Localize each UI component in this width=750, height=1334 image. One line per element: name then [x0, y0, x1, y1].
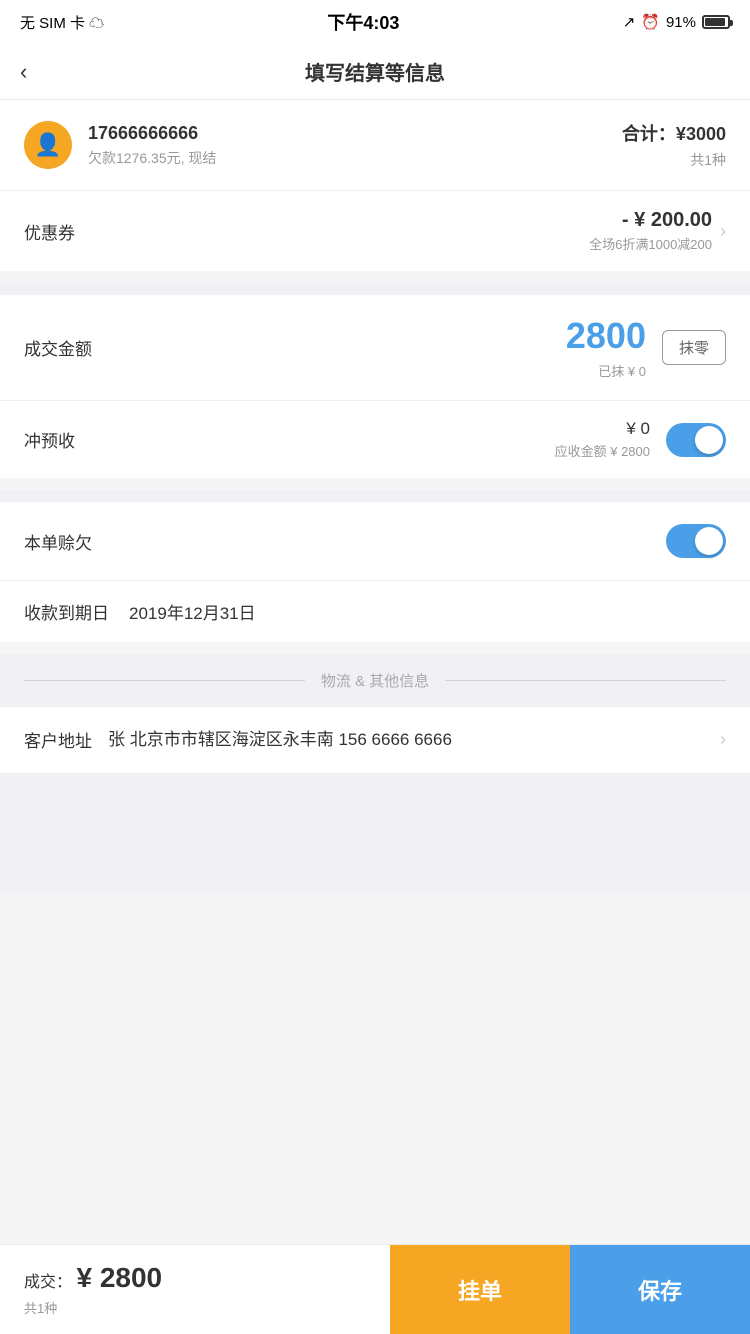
prepay-values: ¥ 0 应收金额 ¥ 2800: [555, 419, 650, 460]
toggle-knob: [695, 426, 723, 454]
coupon-label: 优惠券: [24, 219, 75, 244]
arrears-toggle-knob: [695, 527, 723, 555]
customer-info: 17666666666 欠款1276.35元, 现结: [88, 123, 216, 168]
bottom-spacer: [0, 773, 750, 893]
footer-amount: ¥ 2800: [76, 1262, 162, 1293]
customer-subtext: 欠款1276.35元, 现结: [88, 148, 216, 168]
address-row[interactable]: 客户地址 张 北京市市辖区海淀区永丰南 156 6666 6666 ›: [0, 707, 750, 773]
coupon-chevron-icon: ›: [720, 221, 726, 242]
hang-button[interactable]: 挂单: [390, 1245, 570, 1334]
deal-row: 成交金额 2800 已抹 ¥ 0 抹零: [0, 295, 750, 400]
total-count: 共1种: [622, 150, 726, 170]
prepay-right: ¥ 0 应收金额 ¥ 2800: [555, 419, 726, 460]
deal-amount: 2800: [566, 315, 646, 357]
customer-left: 👤 17666666666 欠款1276.35元, 现结: [24, 121, 216, 169]
sim-label: 无 SIM 卡 ☁: [20, 12, 104, 33]
battery-icon: [702, 15, 730, 29]
status-time: 下午4:03: [327, 9, 399, 35]
status-left: 无 SIM 卡 ☁: [20, 12, 104, 33]
duedate-label: 收款到期日: [24, 599, 109, 624]
footer-count: 共1种: [24, 1298, 366, 1317]
total-amount: 合计：¥3000: [622, 120, 726, 146]
footer: 成交： ¥ 2800 共1种 挂单 保存: [0, 1244, 750, 1334]
prepay-label: 冲预收: [24, 427, 75, 452]
deal-card: 成交金额 2800 已抹 ¥ 0 抹零 冲预收 ¥ 0 应收金额 ¥ 2800: [0, 295, 750, 478]
customer-right: 合计：¥3000 共1种: [622, 120, 726, 170]
address-chevron-icon: ›: [720, 729, 726, 750]
section-gap-2: [0, 490, 750, 502]
section-gap-1: [0, 283, 750, 295]
back-button[interactable]: ‹: [12, 51, 35, 93]
coupon-discount: - ¥ 200.00: [589, 209, 712, 232]
prepay-toggle[interactable]: [666, 423, 726, 457]
arrears-row: 本单赊欠: [0, 502, 750, 580]
deal-label: 成交金额: [24, 335, 92, 360]
footer-deal-line: 成交： ¥ 2800: [24, 1262, 366, 1294]
coupon-row[interactable]: 优惠券 - ¥ 200.00 全场6折满1000减200 ›: [0, 190, 750, 271]
status-right: ↗ ⏰ 91%: [623, 13, 730, 31]
location-icon: ↗: [623, 13, 636, 31]
battery-percent: 91%: [666, 14, 696, 31]
duedate-row: 收款到期日 2019年12月31日: [0, 580, 750, 642]
alarm-icon: ⏰: [641, 13, 660, 31]
address-label: 客户地址: [24, 727, 92, 752]
customer-card: 👤 17666666666 欠款1276.35元, 现结 合计：¥3000 共1…: [0, 100, 750, 271]
avatar-icon: 👤: [34, 132, 61, 158]
coupon-desc: 全场6折满1000减200: [589, 234, 712, 253]
arrears-toggle[interactable]: [666, 524, 726, 558]
coupon-right: - ¥ 200.00 全场6折满1000减200 ›: [589, 209, 726, 253]
customer-phone: 17666666666: [88, 123, 216, 144]
arrears-card: 本单赊欠 收款到期日 2019年12月31日: [0, 502, 750, 642]
arrears-label: 本单赊欠: [24, 529, 92, 554]
status-bar: 无 SIM 卡 ☁ 下午4:03 ↗ ⏰ 91%: [0, 0, 750, 44]
duedate-value: 2019年12月31日: [129, 599, 256, 624]
round-button[interactable]: 抹零: [662, 330, 726, 365]
logistics-section-header: 物流 & 其他信息: [0, 654, 750, 707]
save-button[interactable]: 保存: [570, 1245, 750, 1334]
nav-bar: ‹ 填写结算等信息: [0, 44, 750, 100]
prepay-row: 冲预收 ¥ 0 应收金额 ¥ 2800: [0, 400, 750, 478]
deal-subtext: 已抹 ¥ 0: [566, 361, 646, 380]
avatar: 👤: [24, 121, 72, 169]
logistics-title: 物流 & 其他信息: [305, 670, 445, 691]
page-title: 填写结算等信息: [305, 57, 445, 86]
customer-row: 👤 17666666666 欠款1276.35元, 现结 合计：¥3000 共1…: [0, 100, 750, 190]
prepay-amount: ¥ 0: [555, 419, 650, 439]
footer-deal-label: 成交：: [24, 1274, 72, 1291]
coupon-info: - ¥ 200.00 全场6折满1000减200: [589, 209, 712, 253]
prepay-subtext: 应收金额 ¥ 2800: [555, 441, 650, 460]
deal-right: 2800 已抹 ¥ 0 抹零: [566, 315, 726, 380]
footer-info: 成交： ¥ 2800 共1种: [0, 1262, 390, 1317]
deal-amount-block: 2800 已抹 ¥ 0: [566, 315, 646, 380]
address-value: 张 北京市市辖区海淀区永丰南 156 6666 6666: [108, 727, 704, 753]
